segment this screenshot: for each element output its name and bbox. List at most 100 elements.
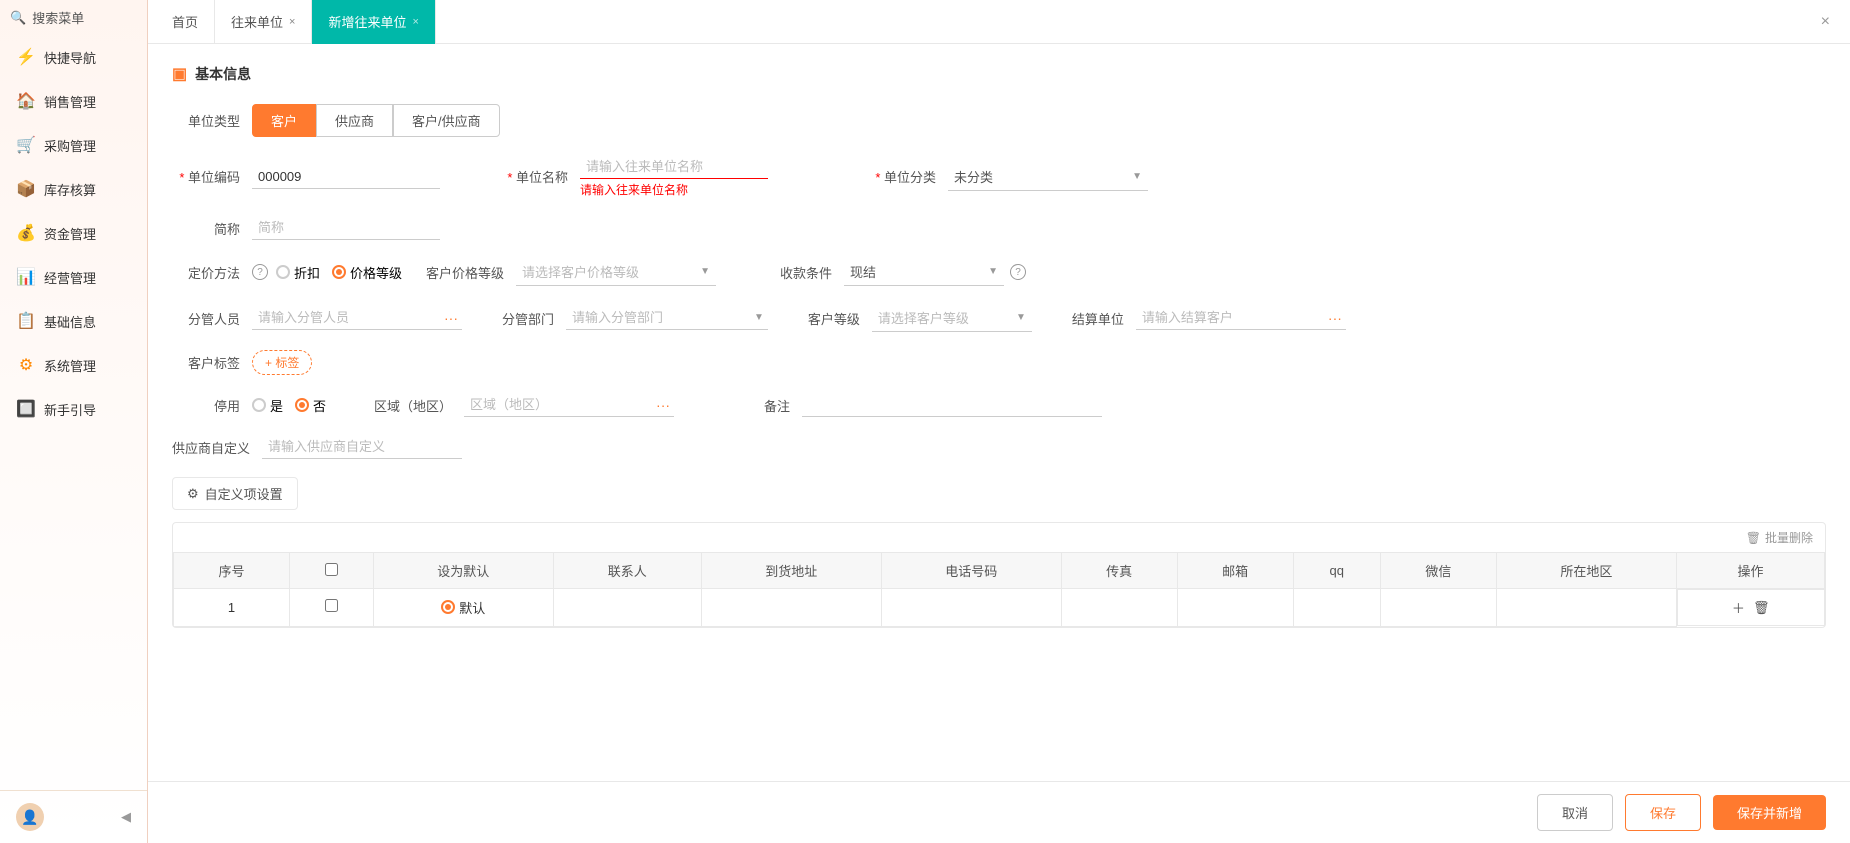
settlement-input[interactable] [1136,306,1324,329]
customer-grade-placeholder: 请选择客户等级 [878,308,1012,327]
unit-category-select[interactable]: 未分类 ▼ [948,163,1148,191]
tab-bar-close-all[interactable]: × [1809,13,1842,31]
custom-setting-label: 自定义项设置 [205,484,283,503]
tab-partners-close[interactable]: × [289,16,295,28]
unit-type-both[interactable]: 客户/供应商 [393,104,500,137]
table-toolbar: 🗑 批量删除 [173,523,1825,552]
select-all-checkbox[interactable] [325,563,338,576]
footer: 取消 保存 保存并新增 [148,781,1850,843]
form-row-stop: 停用 是 否 区域（地区） ··· 备注 [172,393,1826,417]
sidebar-item-quick-nav[interactable]: ⚡ 快捷导航 [0,35,147,79]
finance-icon: 💰 [16,223,36,243]
row-checkbox-input[interactable] [325,599,338,612]
form-row-tags: 客户标签 + 标签 [172,350,1826,375]
unit-name-error-msg: 请输入往来单位名称 [580,181,820,198]
tab-new-partner-close[interactable]: × [412,16,418,28]
sidebar-item-sales[interactable]: 🏠 销售管理 [0,79,147,123]
manager-more-btn[interactable]: ··· [440,310,462,326]
sidebar-item-search[interactable]: 🔍 搜索菜单 [0,0,147,35]
user-avatar-icon: 👤 [16,803,44,831]
batch-delete-label: 批量删除 [1765,529,1813,546]
th-seq: 序号 [174,553,290,589]
pricing-grade-label: 价格等级 [350,263,402,282]
stop-yes-label: 是 [270,396,283,415]
tab-bar: 首页 往来单位 × 新增往来单位 × × [148,0,1850,44]
row-add-btn[interactable]: ＋ [1732,598,1745,617]
sidebar-item-ops[interactable]: 📊 经营管理 [0,255,147,299]
customer-price-chevron: ▼ [700,266,710,277]
dept-input[interactable] [566,306,754,329]
quick-nav-icon: ⚡ [16,47,36,67]
unit-category-chevron: ▼ [1132,171,1142,182]
row-default-radio[interactable]: 默认 [384,598,543,617]
tab-new-partner[interactable]: 新增往来单位 × [312,0,435,44]
add-tag-button[interactable]: + 标签 [252,350,312,375]
section-title-text: 基本信息 [195,64,251,84]
customer-price-placeholder: 请选择客户价格等级 [522,262,696,281]
payment-select[interactable]: 现结 ▼ [844,258,1004,286]
sidebar-item-guide[interactable]: 🔲 新手引导 [0,387,147,431]
table-header-row: 序号 设为默认 联系人 到货地址 电话号码 传真 邮箱 qq 微信 所在地区 操… [174,553,1825,589]
sidebar-item-label: 快捷导航 [44,48,96,67]
stop-label: 停用 [172,396,252,415]
tab-home[interactable]: 首页 [156,0,215,44]
area-input[interactable] [464,393,652,416]
custom-setting-gear-icon: ⚙ [187,486,199,502]
table-section: 🗑 批量删除 序号 设为默认 联系人 到货地址 电话号码 传真 邮箱 qq [172,522,1826,628]
sidebar-item-label: 销售管理 [44,92,96,111]
row-email [1177,589,1293,627]
alias-label: 简称 [172,219,252,238]
row-wechat [1380,589,1496,627]
settlement-more-btn[interactable]: ··· [1324,310,1346,326]
unit-name-input[interactable] [580,155,768,179]
unit-type-label: 单位类型 [172,111,252,130]
sidebar-item-system[interactable]: ⚙ 系统管理 [0,343,147,387]
batch-delete-btn[interactable]: 🗑 批量删除 [1746,529,1813,546]
th-checkbox [289,553,373,589]
tab-home-label: 首页 [172,12,198,31]
th-phone: 电话号码 [881,553,1061,589]
expand-icon[interactable]: ◀ [121,809,131,825]
main-area: 首页 往来单位 × 新增往来单位 × × ▣ 基本信息 单位类型 客户 供应商 … [148,0,1850,843]
unit-type-customer[interactable]: 客户 [252,104,316,137]
dept-chevron: ▼ [754,312,764,323]
sidebar-item-purchase[interactable]: 🛒 采购管理 [0,123,147,167]
tab-new-partner-label: 新增往来单位 [328,12,406,31]
row-checkbox [289,589,373,627]
custom-setting-button[interactable]: ⚙ 自定义项设置 [172,477,298,510]
remark-input[interactable] [802,393,1102,417]
th-address: 到货地址 [701,553,881,589]
customer-grade-select[interactable]: 请选择客户等级 ▼ [872,304,1032,332]
sidebar-item-label: 资金管理 [44,224,96,243]
pricing-radio-discount[interactable]: 折扣 [276,263,320,282]
sidebar-item-inventory[interactable]: 📦 库存核算 [0,167,147,211]
stop-radio-yes[interactable]: 是 [252,396,283,415]
th-wechat: 微信 [1380,553,1496,589]
unit-type-btn-group: 客户 供应商 客户/供应商 [252,104,500,137]
pricing-radio-grade[interactable]: 价格等级 [332,263,402,282]
row-phone [881,589,1061,627]
unit-type-supplier[interactable]: 供应商 [316,104,393,137]
sidebar-item-label: 采购管理 [44,136,96,155]
unit-code-input[interactable] [252,165,440,189]
cancel-button[interactable]: 取消 [1537,794,1613,831]
stop-yes-circle [252,398,266,412]
sidebar-item-finance[interactable]: 💰 资金管理 [0,211,147,255]
pricing-help-icon[interactable]: ? [252,264,268,280]
customer-price-select[interactable]: 请选择客户价格等级 ▼ [516,258,716,286]
th-default: 设为默认 [373,553,553,589]
alias-input[interactable] [252,216,440,240]
save-button[interactable]: 保存 [1625,794,1701,831]
tab-partners[interactable]: 往来单位 × [215,0,312,44]
payment-help-icon[interactable]: ? [1010,264,1026,280]
row-region [1496,589,1676,627]
row-delete-btn[interactable]: 🗑 [1753,600,1770,616]
save-new-button[interactable]: 保存并新增 [1713,795,1826,830]
sidebar-item-basic[interactable]: 📋 基础信息 [0,299,147,343]
row-default-circle [441,600,455,614]
manager-input[interactable] [252,306,440,329]
area-more-btn[interactable]: ··· [652,397,674,413]
row-address [701,589,881,627]
stop-radio-no[interactable]: 否 [295,396,326,415]
supplier-custom-input[interactable] [262,435,462,459]
